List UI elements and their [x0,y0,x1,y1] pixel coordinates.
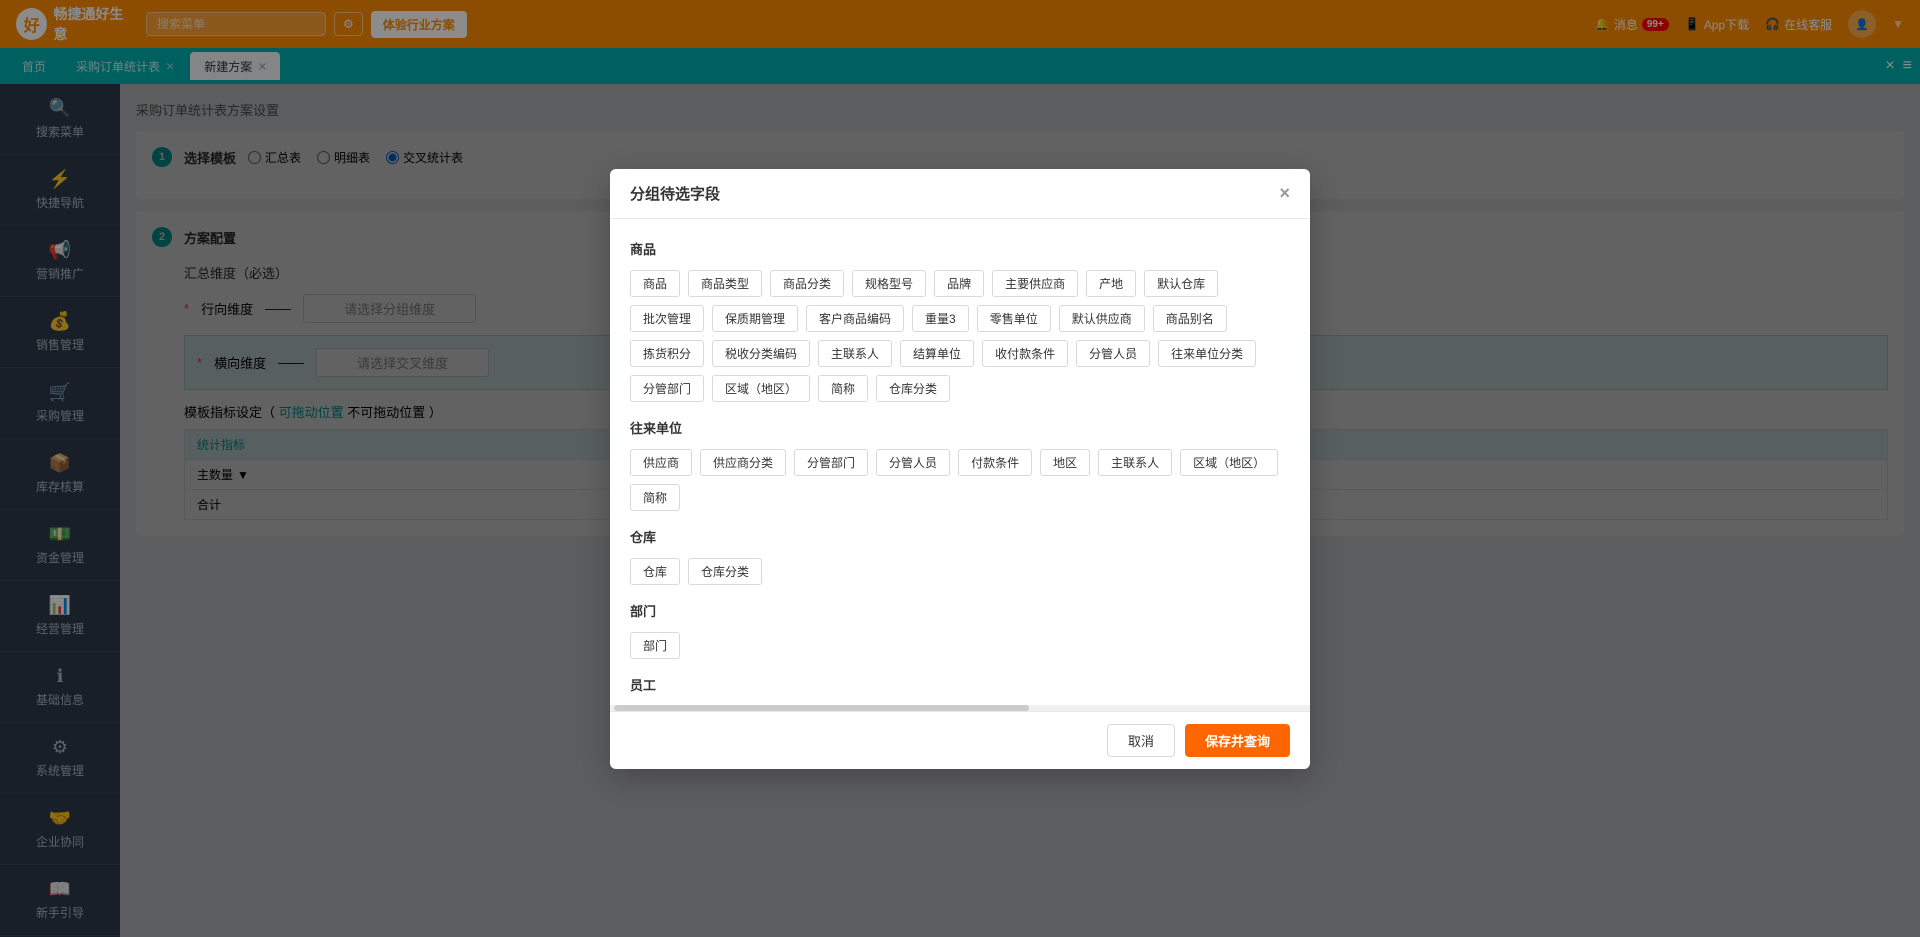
tag-party-category[interactable]: 往来单位分类 [1158,340,1256,367]
tag-warehouse-category[interactable]: 仓库分类 [876,375,950,402]
tag-goods-category[interactable]: 商品分类 [770,270,844,297]
section-title-warehouse: 仓库 [630,527,1290,546]
tag-pick-score[interactable]: 拣货积分 [630,340,704,367]
tag-department[interactable]: 部门 [630,632,680,659]
tag-dept2[interactable]: 分管部门 [794,449,868,476]
tag-payment-terms[interactable]: 收付款条件 [982,340,1068,367]
tag-short-name[interactable]: 简称 [818,375,868,402]
section-title-party: 往来单位 [630,418,1290,437]
modal-footer: 取消 保存并查询 [610,711,1310,769]
tag-group-dept: 部门 [630,632,1290,659]
tag-main-contact2[interactable]: 主联系人 [1098,449,1172,476]
tag-goods-type[interactable]: 商品类型 [688,270,762,297]
tag-origin[interactable]: 产地 [1086,270,1136,297]
section-title-goods: 商品 [630,239,1290,258]
modal-close-button[interactable]: × [1279,184,1290,202]
tag-supplier-category[interactable]: 供应商分类 [700,449,786,476]
tag-area[interactable]: 地区 [1040,449,1090,476]
tag-dept[interactable]: 分管部门 [630,375,704,402]
tag-customer-code[interactable]: 客户商品编码 [806,305,904,332]
tag-brand[interactable]: 品牌 [934,270,984,297]
tag-supplier[interactable]: 供应商 [630,449,692,476]
tag-weight[interactable]: 重量3 [912,305,969,332]
tag-settle-unit[interactable]: 结算单位 [900,340,974,367]
tag-manager[interactable]: 分管人员 [1076,340,1150,367]
section-title-dept: 部门 [630,601,1290,620]
tag-group-party: 供应商 供应商分类 分管部门 分管人员 付款条件 地区 主联系人 区域（地区） … [630,449,1290,511]
tag-group-goods: 商品 商品类型 商品分类 规格型号 品牌 主要供应商 产地 默认仓库 批次管理 … [630,270,1290,402]
modal-title: 分组待选字段 [630,183,720,204]
modal-header: 分组待选字段 × [610,169,1310,219]
tag-group-warehouse: 仓库 仓库分类 [630,558,1290,585]
tag-tax-code[interactable]: 税收分类编码 [712,340,810,367]
tag-batch-mgmt[interactable]: 批次管理 [630,305,704,332]
modal-save-button[interactable]: 保存并查询 [1185,724,1290,757]
tag-spec-model[interactable]: 规格型号 [852,270,926,297]
modal-cancel-button[interactable]: 取消 [1107,724,1175,757]
tag-warehouse-cat[interactable]: 仓库分类 [688,558,762,585]
tag-short-name2[interactable]: 简称 [630,484,680,511]
tag-warehouse[interactable]: 仓库 [630,558,680,585]
tag-retail-unit[interactable]: 零售单位 [977,305,1051,332]
tag-payment-cond[interactable]: 付款条件 [958,449,1032,476]
tag-goods[interactable]: 商品 [630,270,680,297]
modal-body: 商品 商品 商品类型 商品分类 规格型号 品牌 主要供应商 产地 默认仓库 批次… [610,219,1310,705]
tag-default-supplier[interactable]: 默认供应商 [1059,305,1145,332]
tag-main-contact[interactable]: 主联系人 [818,340,892,367]
tag-default-warehouse[interactable]: 默认仓库 [1144,270,1218,297]
tag-goods-alias[interactable]: 商品别名 [1153,305,1227,332]
tag-shelf-life[interactable]: 保质期管理 [712,305,798,332]
tag-main-supplier[interactable]: 主要供应商 [992,270,1078,297]
field-select-modal: 分组待选字段 × 商品 商品 商品类型 商品分类 规格型号 品牌 主要供应商 产… [610,169,1310,769]
tag-manager2[interactable]: 分管人员 [876,449,950,476]
tag-region[interactable]: 区域（地区） [712,375,810,402]
tag-region2[interactable]: 区域（地区） [1180,449,1278,476]
section-title-employee: 员工 [630,675,1290,694]
